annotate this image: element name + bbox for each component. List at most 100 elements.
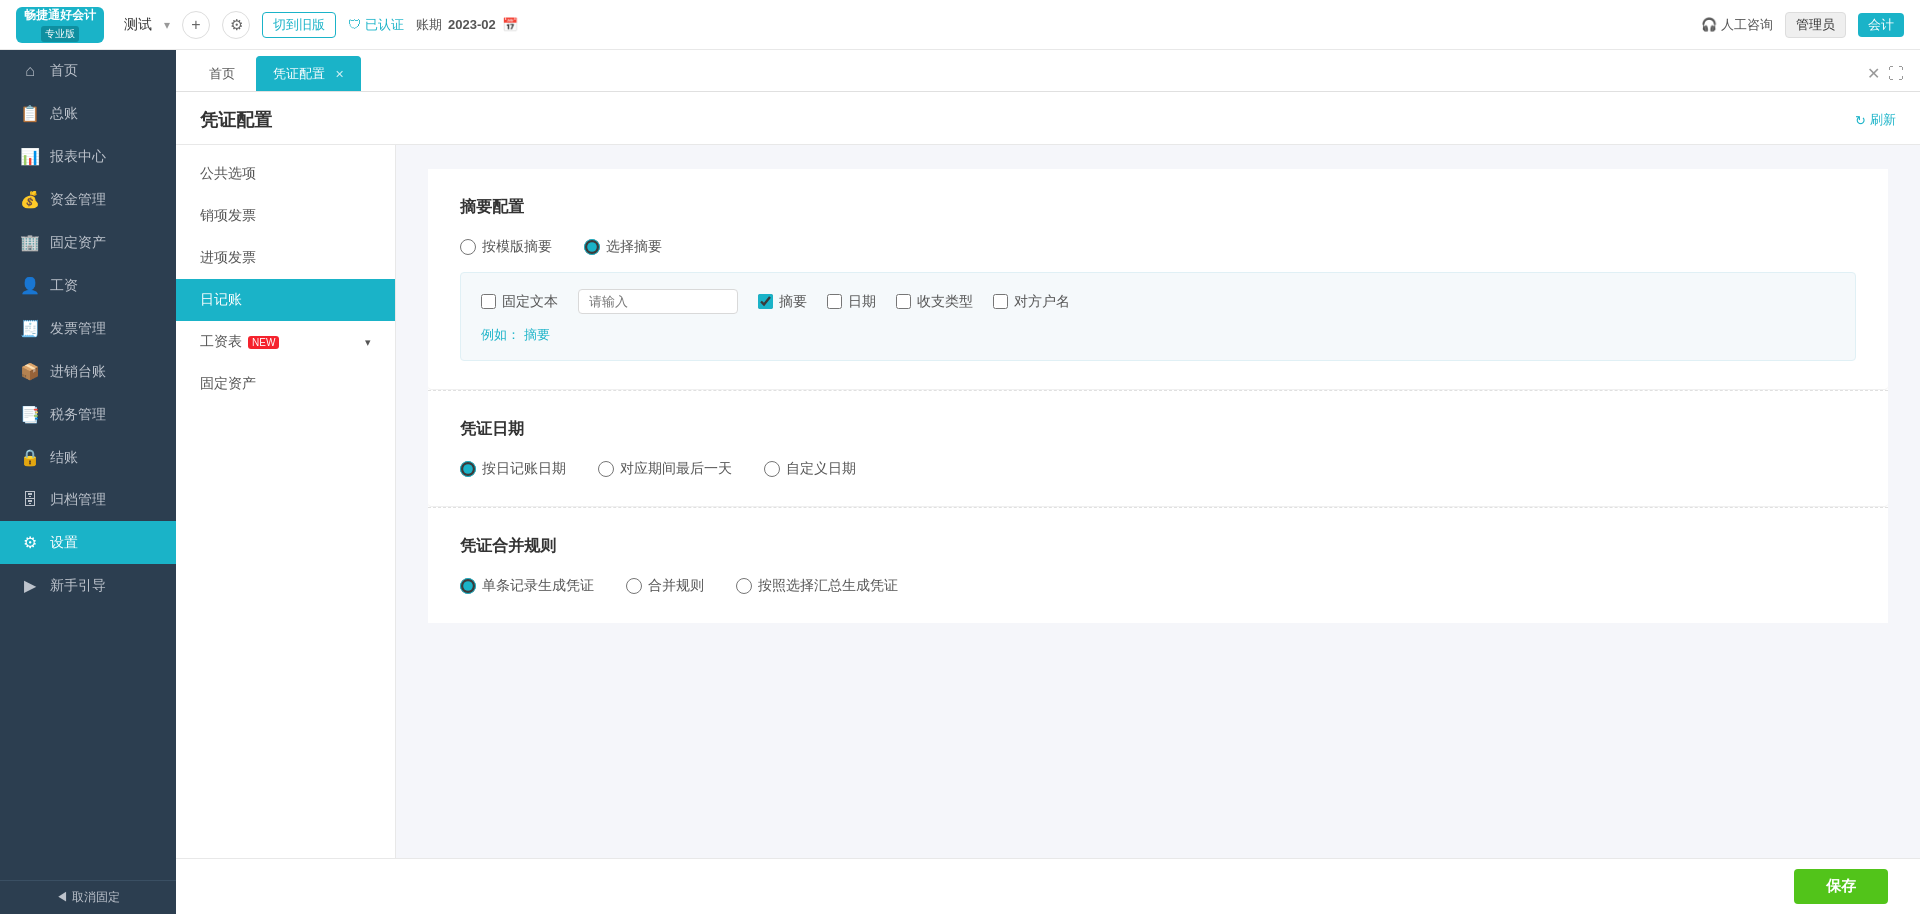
checkbox-summary[interactable]: 摘要: [758, 293, 807, 311]
sidebar-item-settings[interactable]: ⚙ 设置: [0, 521, 176, 564]
left-nav-public[interactable]: 公共选项: [176, 153, 395, 195]
radio-select-merge-label: 按照选择汇总生成凭证: [758, 577, 898, 595]
example-row: 例如： 摘要: [481, 326, 1835, 344]
tab-home[interactable]: 首页: [192, 56, 252, 91]
sidebar-item-sales[interactable]: 📦 进销台账: [0, 350, 176, 393]
sidebar-item-ledger[interactable]: 📋 总账: [0, 92, 176, 135]
radio-select-merge[interactable]: 按照选择汇总生成凭证: [736, 577, 898, 595]
checkbox-fixed-text[interactable]: 固定文本: [481, 293, 558, 311]
settings-icon: ⚙: [20, 533, 40, 552]
sidebar-label-tax: 税务管理: [50, 406, 106, 424]
save-bar: 保存: [176, 858, 1920, 914]
sidebar-item-archive[interactable]: 🗄 归档管理: [0, 479, 176, 521]
radio-single[interactable]: 单条记录生成凭证: [460, 577, 594, 595]
tab-close-icon[interactable]: ✕: [335, 68, 344, 80]
sidebar-item-guide[interactable]: ▶ 新手引导: [0, 564, 176, 607]
sidebar-item-assets[interactable]: 🏢 固定资产: [0, 221, 176, 264]
checkbox-date[interactable]: 日期: [827, 293, 876, 311]
radio-merge-label: 合并规则: [648, 577, 704, 595]
refresh-label: 刷新: [1870, 111, 1896, 129]
checkbox-row: 固定文本 摘要 日期: [481, 289, 1835, 314]
cancel-fixed-button[interactable]: ◀ 取消固定: [0, 880, 176, 914]
radio-custom-date-input[interactable]: [764, 461, 780, 477]
cancel-fixed-label: ◀ 取消固定: [56, 889, 119, 906]
add-button[interactable]: +: [182, 11, 210, 39]
example-value: 摘要: [524, 327, 550, 342]
left-nav-fixed-assets-label: 固定资产: [200, 375, 256, 393]
fullscreen-icon[interactable]: ⛶: [1888, 65, 1904, 83]
consult-button[interactable]: 🎧 人工咨询: [1701, 16, 1773, 34]
radio-single-input[interactable]: [460, 578, 476, 594]
sidebar-item-tax[interactable]: 📑 税务管理: [0, 393, 176, 436]
switch-version-button[interactable]: 切到旧版: [262, 12, 336, 38]
left-nav-payroll-table[interactable]: 工资表 NEW ▾: [176, 321, 395, 363]
radio-period-last[interactable]: 对应期间最后一天: [598, 460, 732, 478]
radio-template-summary[interactable]: 按模版摘要: [460, 238, 552, 256]
sidebar-item-reports[interactable]: 📊 报表中心: [0, 135, 176, 178]
chevron-down-icon[interactable]: ▾: [164, 18, 170, 32]
sidebar-item-funds[interactable]: 💰 资金管理: [0, 178, 176, 221]
checkbox-counterparty[interactable]: 对方户名: [993, 293, 1070, 311]
page-title: 凭证配置: [200, 108, 272, 144]
radio-custom-date[interactable]: 自定义日期: [764, 460, 856, 478]
radio-select-merge-input[interactable]: [736, 578, 752, 594]
sidebar-item-close[interactable]: 🔒 结账: [0, 436, 176, 479]
period-value: 2023-02: [448, 17, 496, 32]
sidebar-label-close: 结账: [50, 449, 78, 467]
left-nav-journal[interactable]: 日记账: [176, 279, 395, 321]
gear-button[interactable]: ⚙: [222, 11, 250, 39]
radio-select-label: 选择摘要: [606, 238, 662, 256]
radio-merge-input[interactable]: [626, 578, 642, 594]
tabbar: 首页 凭证配置 ✕ ✕ ⛶: [176, 50, 1920, 92]
radio-select-input[interactable]: [584, 239, 600, 255]
shield-icon: 🛡: [348, 17, 361, 32]
content-area: 首页 凭证配置 ✕ ✕ ⛶ 凭证配置 ↻ 刷新: [176, 50, 1920, 914]
close-period-icon: 🔒: [20, 448, 40, 467]
left-nav-payroll-table-label: 工资表: [200, 333, 242, 351]
sidebar-label-assets: 固定资产: [50, 234, 106, 252]
user-button[interactable]: 管理员: [1785, 12, 1846, 38]
sidebar-label-payroll: 工资: [50, 277, 78, 295]
left-nav-sales-invoice[interactable]: 销项发票: [176, 195, 395, 237]
checkbox-counterparty-input[interactable]: [993, 294, 1008, 309]
main-layout: ⌂ 首页 📋 总账 📊 报表中心 💰 资金管理 🏢 固定资产 👤 工资 🧾 发票…: [0, 50, 1920, 914]
refresh-button[interactable]: ↻ 刷新: [1855, 111, 1896, 141]
radio-template-input[interactable]: [460, 239, 476, 255]
radio-merge[interactable]: 合并规则: [626, 577, 704, 595]
checkbox-income-type-input[interactable]: [896, 294, 911, 309]
checkbox-fixed-text-input[interactable]: [481, 294, 496, 309]
headset-icon: 🎧: [1701, 17, 1717, 32]
sidebar-label-guide: 新手引导: [50, 577, 106, 595]
logo-title: 畅捷通好会计: [24, 7, 96, 24]
sales-icon: 📦: [20, 362, 40, 381]
radio-single-label: 单条记录生成凭证: [482, 577, 594, 595]
calendar-icon[interactable]: 📅: [502, 17, 518, 32]
checkbox-summary-input[interactable]: [758, 294, 773, 309]
tab-voucher-config[interactable]: 凭证配置 ✕: [256, 56, 361, 91]
radio-journal-date-input[interactable]: [460, 461, 476, 477]
chevron-down-icon: ▾: [365, 336, 371, 349]
assets-icon: 🏢: [20, 233, 40, 252]
left-nav-purchase-invoice[interactable]: 进项发票: [176, 237, 395, 279]
period-label: 账期: [416, 16, 442, 34]
voucher-date-radio-group: 按日记账日期 对应期间最后一天 自定义日期: [460, 460, 1856, 478]
radio-select-summary[interactable]: 选择摘要: [584, 238, 662, 256]
left-nav-public-label: 公共选项: [200, 165, 256, 183]
sidebar-item-payroll[interactable]: 👤 工资: [0, 264, 176, 307]
save-button[interactable]: 保存: [1794, 869, 1888, 904]
fixed-text-input[interactable]: [578, 289, 738, 314]
summary-checkbox-section: 固定文本 摘要 日期: [460, 272, 1856, 361]
left-nav: 公共选项 销项发票 进项发票 日记账 工资表 NEW ▾ 固定资产: [176, 145, 396, 858]
left-nav-fixed-assets[interactable]: 固定资产: [176, 363, 395, 405]
checkbox-date-label: 日期: [848, 293, 876, 311]
checkbox-date-input[interactable]: [827, 294, 842, 309]
merge-rules-title: 凭证合并规则: [460, 536, 1856, 557]
sidebar-item-home[interactable]: ⌂ 首页: [0, 50, 176, 92]
radio-period-last-input[interactable]: [598, 461, 614, 477]
close-window-icon[interactable]: ✕: [1867, 64, 1880, 83]
checkbox-income-type[interactable]: 收支类型: [896, 293, 973, 311]
summary-config-title: 摘要配置: [460, 197, 1856, 218]
radio-journal-date[interactable]: 按日记账日期: [460, 460, 566, 478]
sidebar-item-invoice[interactable]: 🧾 发票管理: [0, 307, 176, 350]
radio-template-label: 按模版摘要: [482, 238, 552, 256]
